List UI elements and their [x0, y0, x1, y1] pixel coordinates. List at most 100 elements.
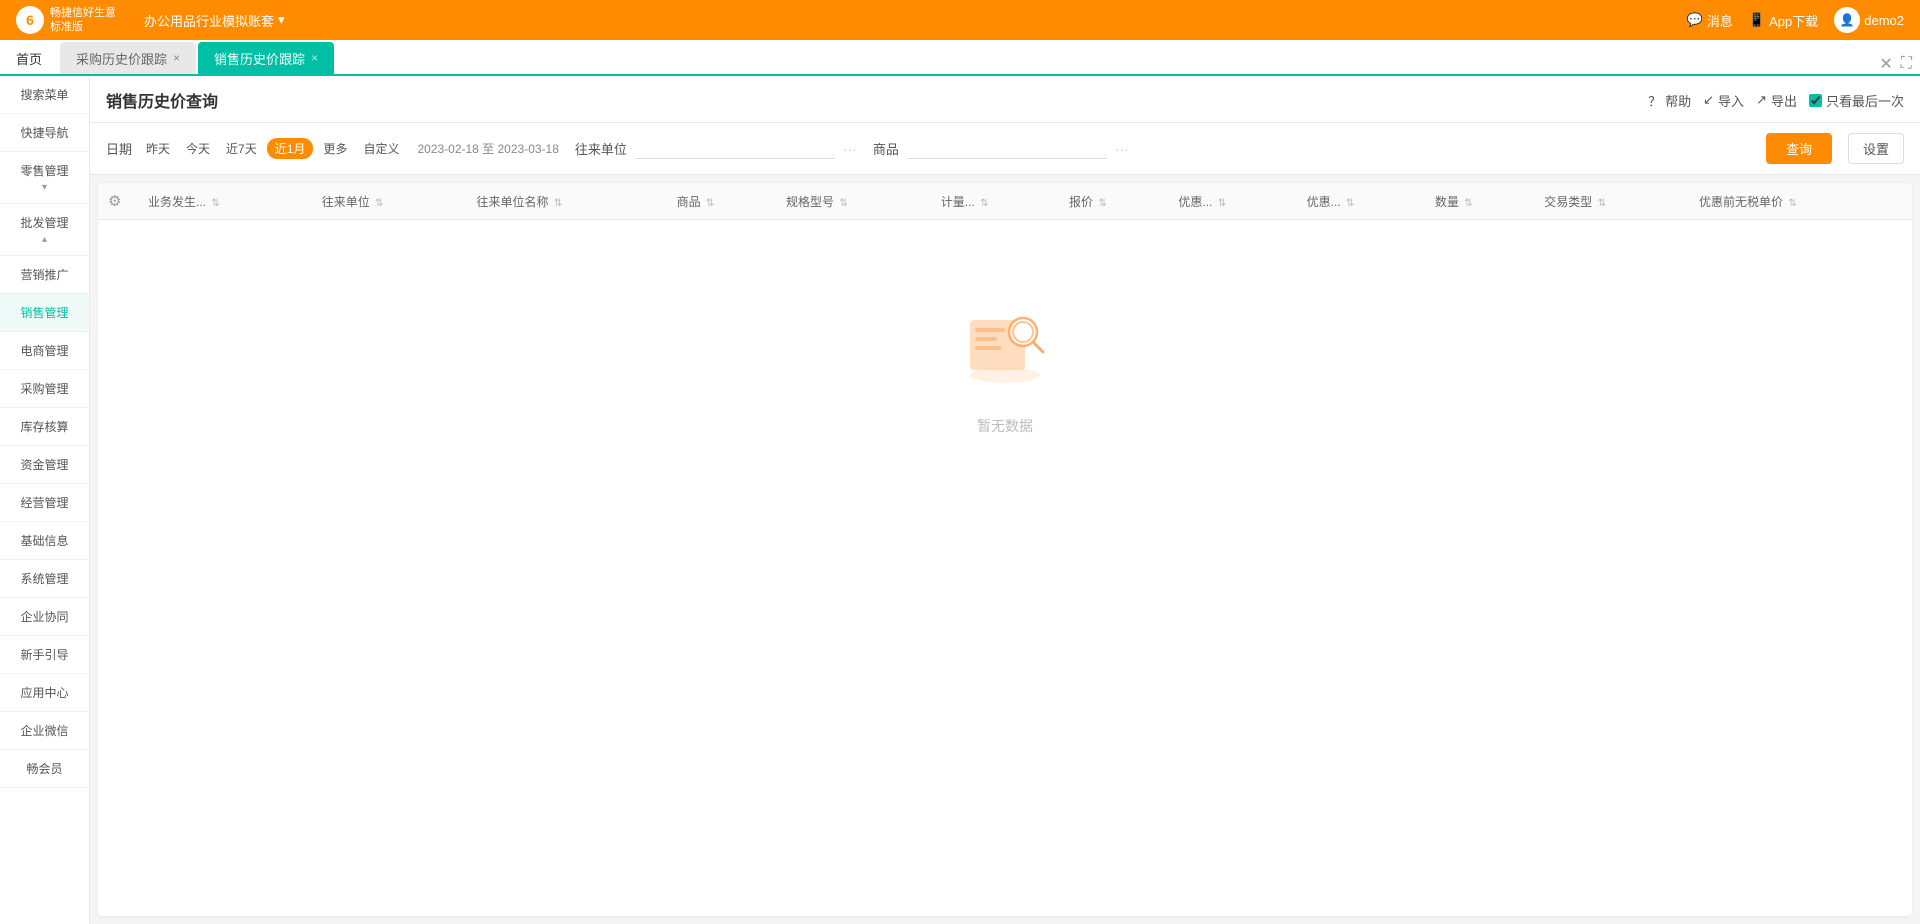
- tab-close-all-icon[interactable]: ✕: [1879, 54, 1892, 74]
- only-last-checkbox[interactable]: [1809, 94, 1822, 107]
- logo-line1: 畅捷信好生意: [50, 6, 116, 20]
- th-biz-date[interactable]: 业务发生... ⇅: [138, 183, 312, 220]
- sidebar-item-purchase-mgmt-label: 采购管理: [20, 380, 68, 397]
- th-partner-code[interactable]: 往来单位 ⇅: [312, 183, 467, 220]
- th-trade-type[interactable]: 交易类型 ⇅: [1534, 183, 1689, 220]
- sidebar-item-retail-mgmt[interactable]: 零售管理 ▾: [0, 152, 89, 204]
- tab-purchase-history-close-icon[interactable]: ×: [173, 51, 180, 65]
- sidebar-item-marketing[interactable]: 营销推广: [0, 256, 89, 294]
- settings-button[interactable]: 设置: [1848, 133, 1904, 164]
- user-menu[interactable]: 👤 demo2: [1834, 7, 1904, 33]
- th-pretax-price-label: 优惠前无税单价: [1699, 195, 1783, 209]
- table-header: ⚙ 业务发生... ⇅ 往来单位 ⇅ 往来单位名称 ⇅: [98, 183, 1912, 220]
- th-partner-name[interactable]: 往来单位名称 ⇅: [466, 183, 666, 220]
- message-icon: 💬: [1687, 12, 1703, 28]
- table-wrap: ⚙ 业务发生... ⇅ 往来单位 ⇅ 往来单位名称 ⇅: [98, 183, 1912, 916]
- app-selector[interactable]: 办公用品行业模拟账套 ▾: [144, 11, 285, 30]
- th-pretax-price[interactable]: 优惠前无税单价 ⇅: [1689, 183, 1912, 220]
- partner-filter-dots-icon[interactable]: ···: [843, 141, 857, 157]
- query-button[interactable]: 查询: [1766, 133, 1832, 164]
- sidebar-item-basic-info-label: 基础信息: [20, 532, 68, 549]
- goods-filter-dots-icon[interactable]: ···: [1115, 141, 1129, 157]
- date-btn-more[interactable]: 更多: [317, 138, 353, 159]
- date-filter-label: 日期: [106, 139, 132, 158]
- th-spec[interactable]: 规格型号 ⇅: [776, 183, 931, 220]
- sidebar-item-search-menu-label: 搜索菜单: [20, 86, 68, 103]
- sidebar-item-wholesale-mgmt-label: 批发管理: [20, 214, 68, 231]
- app-selector-chevron-icon: ▾: [278, 12, 285, 28]
- chevron-down-icon: ▾: [42, 182, 47, 193]
- tab-sales-history[interactable]: 销售历史价跟踪 ×: [198, 42, 334, 74]
- sidebar-item-wholesale-mgmt[interactable]: 批发管理 ▴: [0, 204, 89, 256]
- date-btn-today[interactable]: 今天: [180, 138, 216, 159]
- export-button[interactable]: ↗ 导出: [1756, 91, 1797, 110]
- th-quote[interactable]: 报价 ⇅: [1059, 183, 1168, 220]
- sidebar-item-sys-mgmt[interactable]: 系统管理: [0, 560, 89, 598]
- app-download-button[interactable]: 📱 App下载: [1749, 11, 1818, 30]
- date-btn-1month[interactable]: 近1月: [267, 138, 314, 159]
- sidebar-item-new-guide[interactable]: 新手引导: [0, 636, 89, 674]
- filter-action-buttons: 查询: [1766, 133, 1832, 164]
- date-btn-custom[interactable]: 自定义: [357, 138, 405, 159]
- th-spec-label: 规格型号: [786, 195, 834, 209]
- sidebar-item-biz-mgmt[interactable]: 经营管理: [0, 484, 89, 522]
- th-discount2[interactable]: 优惠... ⇅: [1297, 183, 1425, 220]
- app-title: 办公用品行业模拟账套: [144, 11, 274, 30]
- export-label: 导出: [1771, 91, 1797, 110]
- sidebar-item-app-center-label: 应用中心: [20, 684, 68, 701]
- logo-icon: 6: [16, 6, 44, 34]
- help-button[interactable]: ？ 帮助: [1648, 91, 1691, 110]
- sidebar-item-vip-member[interactable]: 畅会员: [0, 750, 89, 788]
- tab-sales-history-close-icon[interactable]: ×: [311, 51, 318, 65]
- sidebar-item-enterprise-collab-label: 企业协同: [20, 608, 68, 625]
- sidebar-item-biz-mgmt-label: 经营管理: [20, 494, 68, 511]
- sidebar-item-quick-nav[interactable]: 快捷导航: [0, 114, 89, 152]
- th-qty[interactable]: 数量 ⇅: [1425, 183, 1534, 220]
- top-bar: 6 畅捷信好生意 标准版 办公用品行业模拟账套 ▾ 💬 消息 📱 App下载 👤…: [0, 0, 1920, 40]
- table-settings-icon[interactable]: ⚙: [108, 193, 121, 210]
- sidebar-item-ecommerce-mgmt[interactable]: 电商管理: [0, 332, 89, 370]
- sidebar-item-quick-nav-label: 快捷导航: [20, 124, 68, 141]
- sidebar-item-search-menu[interactable]: 搜索菜单: [0, 76, 89, 114]
- sidebar-item-enterprise-wechat[interactable]: 企业微信: [0, 712, 89, 750]
- goods-filter-input[interactable]: [907, 139, 1107, 159]
- sidebar-item-sales-mgmt[interactable]: 销售管理: [0, 294, 89, 332]
- date-btn-yesterday[interactable]: 昨天: [140, 138, 176, 159]
- logo-line2: 标准版: [50, 20, 116, 34]
- sort-icon-discount1: ⇅: [1218, 198, 1226, 209]
- sidebar-item-enterprise-wechat-label: 企业微信: [20, 722, 68, 739]
- sort-icon-quote: ⇅: [1098, 198, 1106, 209]
- message-button[interactable]: 💬 消息: [1687, 11, 1733, 30]
- th-unit[interactable]: 计量... ⇅: [931, 183, 1059, 220]
- page-title: 销售历史价查询: [106, 88, 218, 122]
- tab-home[interactable]: 首页: [0, 42, 58, 74]
- sidebar-item-basic-info[interactable]: 基础信息: [0, 522, 89, 560]
- only-last-checkbox-wrap[interactable]: 只看最后一次: [1809, 91, 1904, 110]
- export-icon: ↗: [1756, 92, 1767, 108]
- message-label: 消息: [1707, 11, 1733, 30]
- sort-icon-discount2: ⇅: [1346, 198, 1354, 209]
- import-button[interactable]: ↙ 导入: [1703, 91, 1744, 110]
- th-discount1-label: 优惠...: [1178, 195, 1212, 209]
- tab-bar: 首页 采购历史价跟踪 × 销售历史价跟踪 × ✕ ⛶: [0, 40, 1920, 76]
- avatar: 👤: [1834, 7, 1860, 33]
- th-goods[interactable]: 商品 ⇅: [667, 183, 776, 220]
- date-btn-7days[interactable]: 近7天: [220, 138, 263, 159]
- import-label: 导入: [1718, 91, 1744, 110]
- sidebar-item-purchase-mgmt[interactable]: 采购管理: [0, 370, 89, 408]
- partner-filter-label: 往来单位: [575, 139, 627, 158]
- tab-bar-right: ✕ ⛶: [1879, 54, 1920, 74]
- sidebar-item-inventory[interactable]: 库存核算: [0, 408, 89, 446]
- sidebar-item-finance-mgmt[interactable]: 资金管理: [0, 446, 89, 484]
- tab-maximize-icon[interactable]: ⛶: [1901, 55, 1912, 73]
- empty-illustration: [955, 300, 1055, 400]
- partner-filter-input[interactable]: [635, 139, 835, 159]
- sidebar-item-enterprise-collab[interactable]: 企业协同: [0, 598, 89, 636]
- avatar-icon: 👤: [1840, 13, 1855, 27]
- goods-filter-group: 商品 ···: [873, 139, 1129, 159]
- table-header-row: ⚙ 业务发生... ⇅ 往来单位 ⇅ 往来单位名称 ⇅: [98, 183, 1912, 220]
- th-discount1[interactable]: 优惠... ⇅: [1168, 183, 1296, 220]
- sidebar-item-app-center[interactable]: 应用中心: [0, 674, 89, 712]
- tab-purchase-history[interactable]: 采购历史价跟踪 ×: [60, 42, 196, 74]
- data-table: ⚙ 业务发生... ⇅ 往来单位 ⇅ 往来单位名称 ⇅: [98, 183, 1912, 220]
